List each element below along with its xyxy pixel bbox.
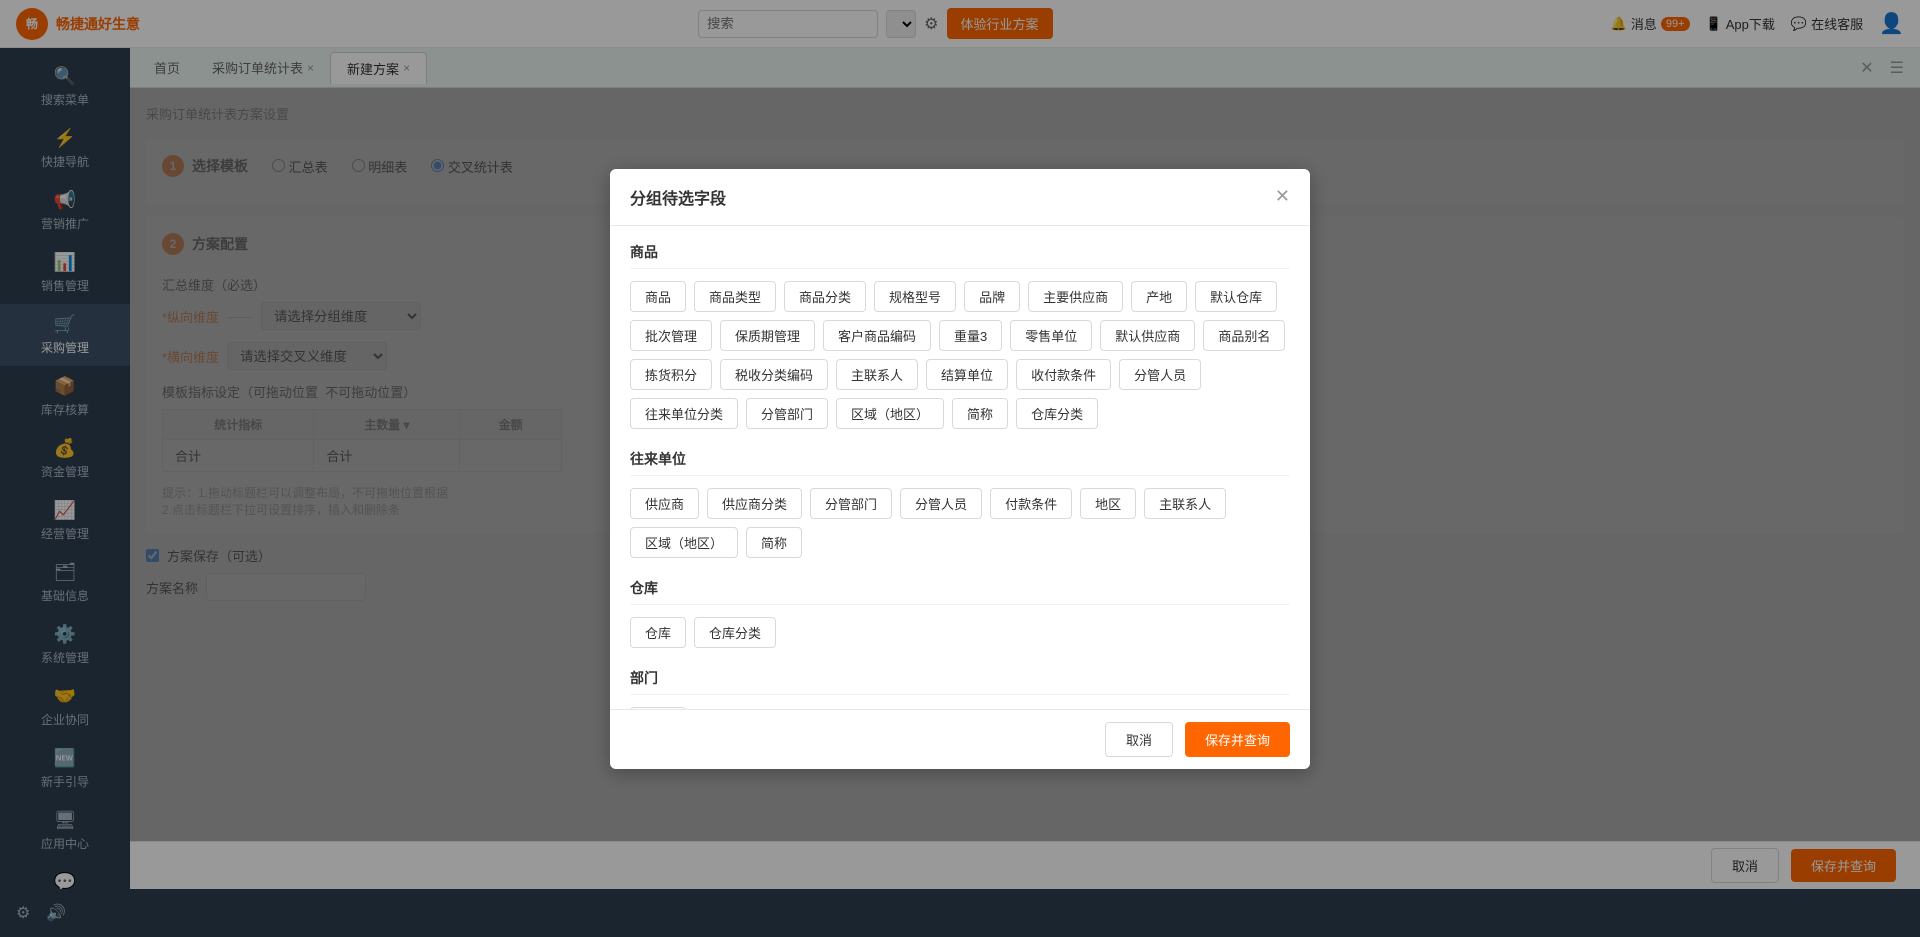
- modal-save-button[interactable]: 保存并查询: [1185, 722, 1290, 757]
- field-tag-payment-cond[interactable]: 付款条件: [990, 488, 1072, 519]
- page-body: 采购订单统计表方案设置 1 选择模板 汇总表 明细表: [130, 88, 1920, 841]
- field-tag-partner-contact[interactable]: 主联系人: [1144, 488, 1226, 519]
- field-tag-tax-code[interactable]: 税收分类编码: [720, 359, 828, 390]
- field-tag-product[interactable]: 商品: [630, 281, 686, 312]
- field-tag-shortname[interactable]: 简称: [952, 398, 1008, 429]
- department-section-title: 部门: [630, 668, 1290, 695]
- product-section: 商品 商品 商品类型 商品分类 规格型号 品牌 主要供应商 产地 默认仓库: [630, 242, 1290, 429]
- field-tag-partner-dept[interactable]: 分管部门: [810, 488, 892, 519]
- partner-section-title: 往来单位: [630, 449, 1290, 476]
- field-tag-retail-unit[interactable]: 零售单位: [1010, 320, 1092, 351]
- department-section: 部门 部门: [630, 668, 1290, 709]
- field-tag-main-contact[interactable]: 主联系人: [836, 359, 918, 390]
- modal-cancel-button[interactable]: 取消: [1105, 722, 1173, 757]
- modal-title: 分组待选字段: [630, 185, 726, 209]
- field-tag-region[interactable]: 区域（地区）: [836, 398, 944, 429]
- field-tag-wh-category[interactable]: 仓库分类: [694, 617, 776, 648]
- field-tag-quality[interactable]: 保质期管理: [720, 320, 815, 351]
- modal-header: 分组待选字段 ✕: [610, 169, 1310, 226]
- field-tag-default-supplier[interactable]: 默认供应商: [1100, 320, 1195, 351]
- field-select-modal: 分组待选字段 ✕ 商品 商品 商品类型 商品分类: [610, 169, 1310, 769]
- field-tag-origin[interactable]: 产地: [1131, 281, 1187, 312]
- field-tag-partner-manager[interactable]: 分管人员: [900, 488, 982, 519]
- modal-body[interactable]: 商品 商品 商品类型 商品分类 规格型号 品牌 主要供应商 产地 默认仓库: [610, 226, 1310, 709]
- field-tag-dept[interactable]: 分管部门: [746, 398, 828, 429]
- product-fields: 商品 商品类型 商品分类 规格型号 品牌 主要供应商 产地 默认仓库 批次管理: [630, 281, 1290, 429]
- field-tag-partner-category[interactable]: 往来单位分类: [630, 398, 738, 429]
- field-tag-manager[interactable]: 分管人员: [1119, 359, 1201, 390]
- partner-fields: 供应商 供应商分类 分管部门 分管人员 付款条件 地区 主联系人 区域（地区） …: [630, 488, 1290, 558]
- field-tag-batch[interactable]: 批次管理: [630, 320, 712, 351]
- field-tag-weight[interactable]: 重量3: [939, 320, 1002, 351]
- field-tag-warehouse-category[interactable]: 仓库分类: [1016, 398, 1098, 429]
- main-content: 首页 采购订单统计表 × 新建方案 × ✕ ☰ 采购订单统计表方案设置: [130, 48, 1920, 889]
- warehouse-section-title: 仓库: [630, 578, 1290, 605]
- product-section-title: 商品: [630, 242, 1290, 269]
- field-tag-spec-model[interactable]: 规格型号: [874, 281, 956, 312]
- field-tag-brand[interactable]: 品牌: [964, 281, 1020, 312]
- field-tag-customer-code[interactable]: 客户商品编码: [823, 320, 931, 351]
- modal-close-button[interactable]: ✕: [1275, 186, 1290, 207]
- field-tag-product-type[interactable]: 商品类型: [694, 281, 776, 312]
- field-tag-partner-shortname[interactable]: 简称: [746, 527, 802, 558]
- warehouse-fields: 仓库 仓库分类: [630, 617, 1290, 648]
- field-tag-product-category[interactable]: 商品分类: [784, 281, 866, 312]
- field-tag-default-warehouse[interactable]: 默认仓库: [1195, 281, 1277, 312]
- field-tag-area[interactable]: 地区: [1080, 488, 1136, 519]
- field-tag-supplier[interactable]: 供应商: [630, 488, 699, 519]
- field-tag-partner-region[interactable]: 区域（地区）: [630, 527, 738, 558]
- field-tag-warehouse[interactable]: 仓库: [630, 617, 686, 648]
- field-tag-payment-terms[interactable]: 收付款条件: [1016, 359, 1111, 390]
- field-tag-supplier-category[interactable]: 供应商分类: [707, 488, 802, 519]
- field-tag-alias[interactable]: 商品别名: [1203, 320, 1285, 351]
- warehouse-section: 仓库 仓库 仓库分类: [630, 578, 1290, 648]
- modal-footer: 取消 保存并查询: [610, 709, 1310, 769]
- field-tag-settlement-unit[interactable]: 结算单位: [926, 359, 1008, 390]
- partner-section: 往来单位 供应商 供应商分类 分管部门 分管人员 付款条件 地区 主联系人 区: [630, 449, 1290, 558]
- field-tag-main-supplier[interactable]: 主要供应商: [1028, 281, 1123, 312]
- modal-backdrop: 分组待选字段 ✕ 商品 商品 商品类型 商品分类: [130, 88, 1920, 841]
- field-tag-pick-points[interactable]: 拣货积分: [630, 359, 712, 390]
